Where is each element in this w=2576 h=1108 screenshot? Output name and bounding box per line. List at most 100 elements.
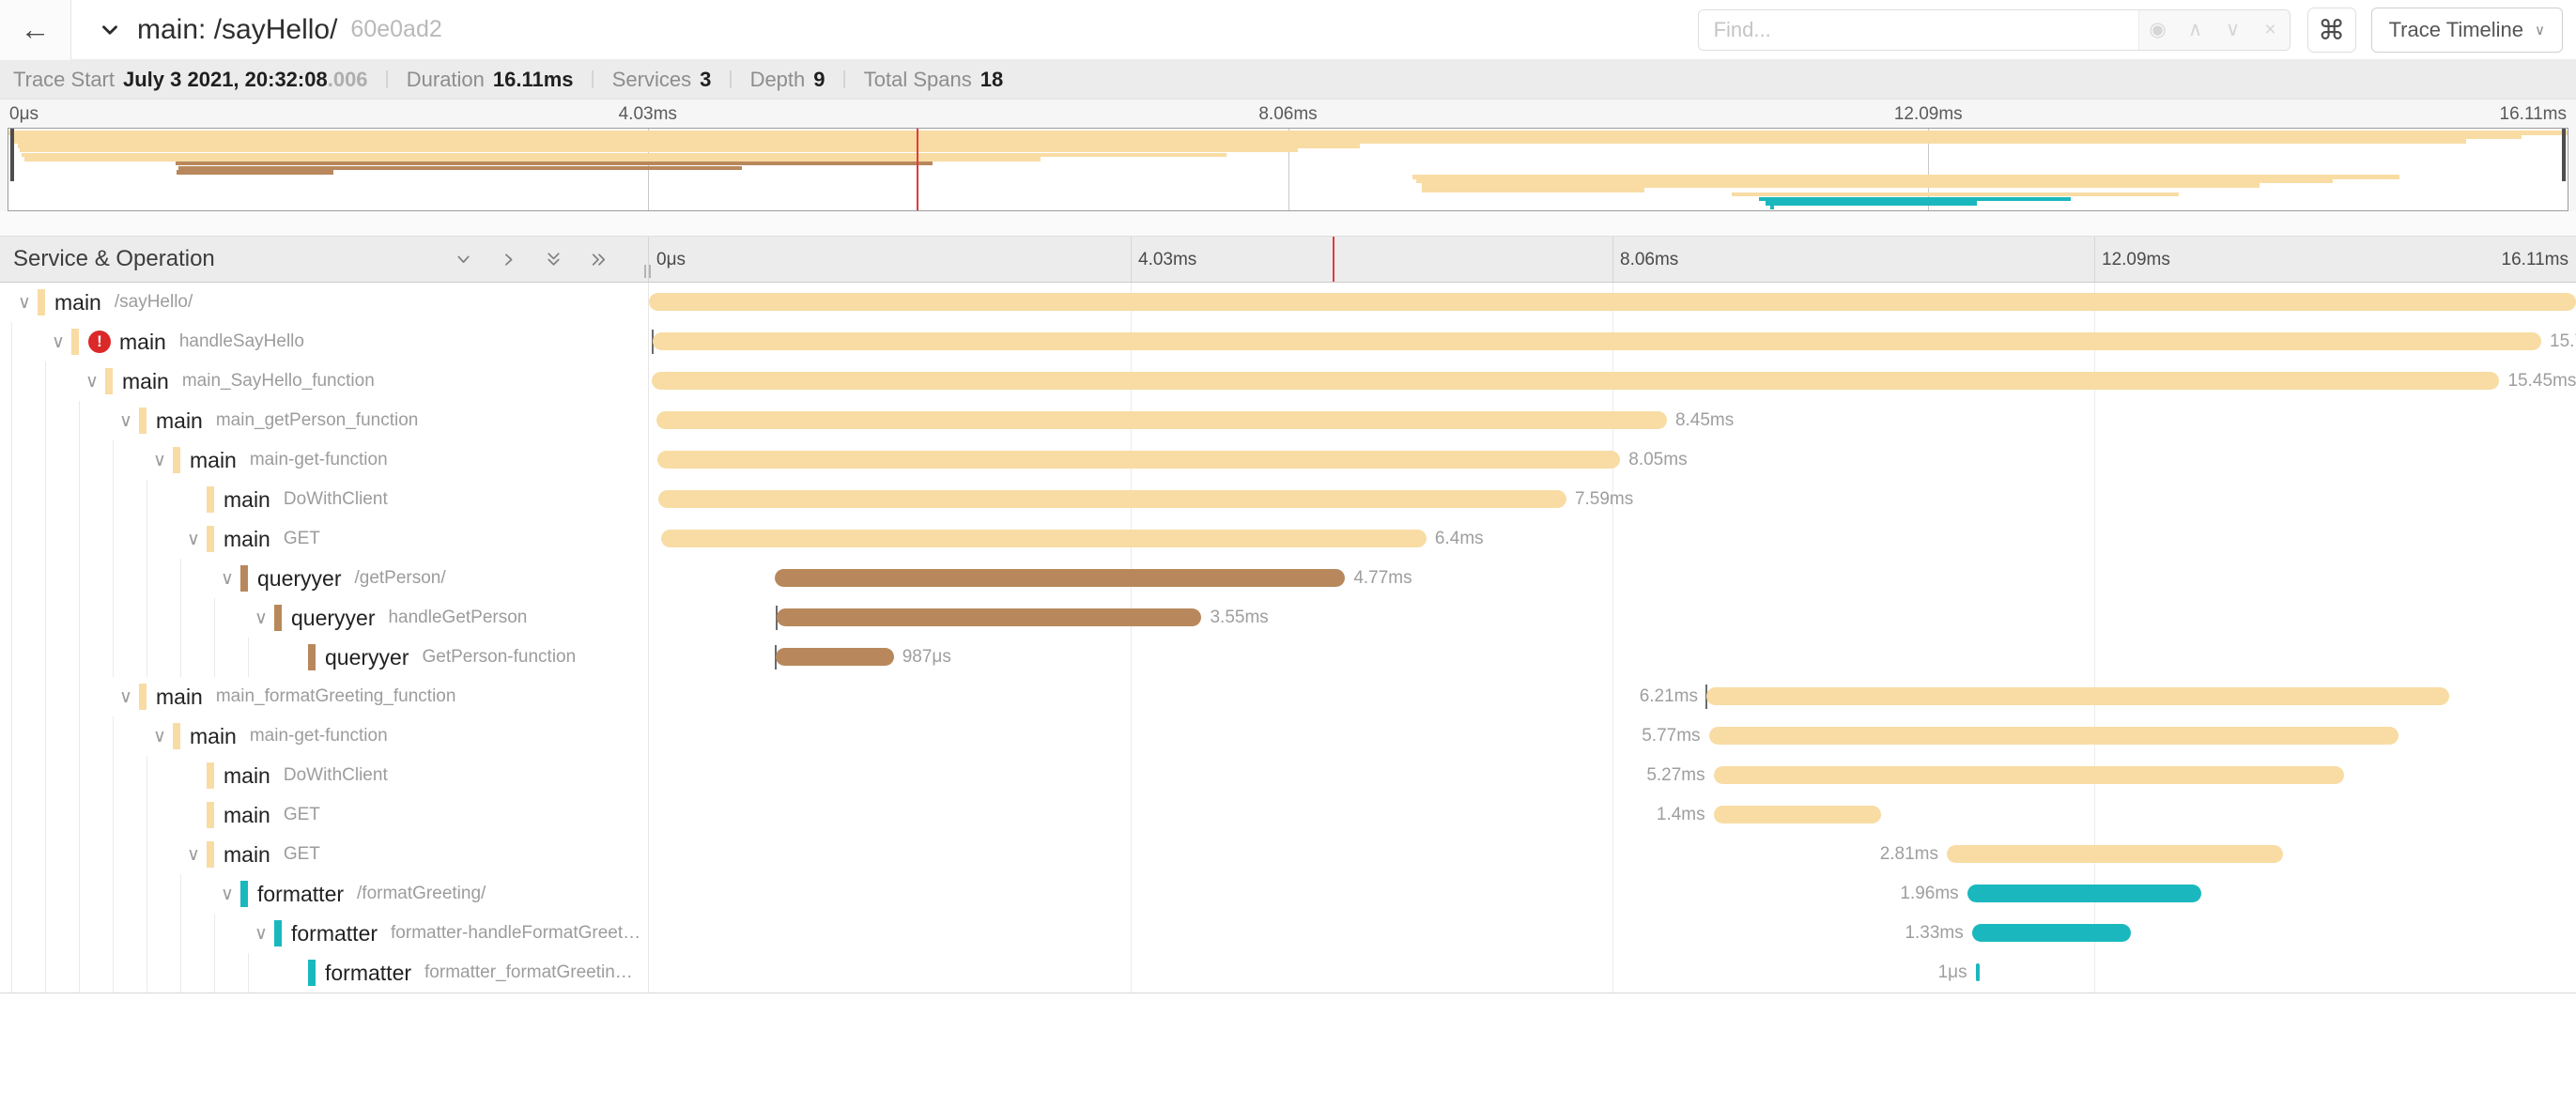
span-bar-track[interactable]: 8.45ms [648,401,2576,440]
indent-guide [79,874,113,914]
row-chevron-down-icon[interactable]: ∨ [11,292,38,314]
span-name-cell[interactable]: queryyerGetPerson-function [0,638,648,677]
expand-one-icon[interactable] [499,250,518,269]
trace-view-selector-label: Trace Timeline [2389,18,2523,42]
locate-icon[interactable]: ◉ [2139,10,2177,50]
span-row: ∨queryyer/getPerson/4.77ms [0,559,2576,598]
span-name-cell[interactable]: ∨mainmain-get-function [0,440,648,480]
span-name-cell[interactable]: ∨queryyerhandleGetPerson [0,598,648,638]
minimap-tick-label: 16.11ms [2500,104,2567,125]
span-bar[interactable] [1947,845,2283,863]
span-bar-track[interactable]: 4.77ms [648,559,2576,598]
span-name-cell[interactable]: mainGET [0,795,648,835]
span-bar-track[interactable]: 1μs [648,953,2576,993]
span-bar-track[interactable]: 1.96ms [648,874,2576,914]
span-bar-track[interactable]: 1.4ms [648,795,2576,835]
next-result-icon[interactable]: ∨ [2214,10,2252,50]
span-name-cell[interactable]: ∨mainGET [0,835,648,874]
find-input[interactable] [1699,10,2138,50]
row-chevron-down-icon[interactable]: ∨ [180,529,207,550]
timeline-tick-label: 0μs [656,237,686,282]
row-chevron-down-icon[interactable]: ∨ [248,608,274,629]
row-chevron-down-icon[interactable]: ∨ [45,331,71,353]
span-name-cell[interactable]: ∨mainmain_SayHello_function [0,362,648,401]
span-bar-track[interactable]: 6.21ms [648,677,2576,716]
span-name-cell[interactable]: ∨formatterformatter-handleFormatGreeting [0,914,648,953]
span-bar[interactable] [653,332,2541,350]
span-bar[interactable] [775,569,1346,587]
span-bar-track[interactable]: 2.81ms [648,835,2576,874]
span-name-cell[interactable]: ∨mainmain_formatGreeting_function [0,677,648,716]
indent-guide [45,559,79,598]
span-bar-track[interactable]: 16.11ms [648,283,2576,322]
span-name-cell[interactable]: ∨mainmain_getPerson_function [0,401,648,440]
summary-separator: | [728,69,733,90]
trace-view-selector[interactable]: Trace Timeline ∨ [2371,8,2563,53]
span-bar[interactable] [1709,727,2399,745]
minimap-tick-label: 4.03ms [619,104,677,125]
span-bar-track[interactable]: 5.27ms [648,756,2576,795]
summary-label: Total Spans [864,68,972,92]
span-bar-track[interactable]: 3.55ms [648,598,2576,638]
span-name-cell[interactable]: mainDoWithClient [0,756,648,795]
span-bar[interactable] [652,372,2500,390]
row-chevron-down-icon[interactable]: ∨ [113,686,139,708]
span-bar[interactable] [658,490,1566,508]
row-gridline [1131,874,1132,914]
timeline-time-axis[interactable]: 0μs4.03ms8.06ms12.09ms16.11ms [648,237,2576,282]
span-bar[interactable] [1706,687,2449,705]
span-name-cell[interactable]: ∨main/sayHello/ [0,283,648,322]
operation-name: formatter-handleFormatGreeting [391,923,648,944]
prev-result-icon[interactable]: ∧ [2177,10,2214,50]
row-chevron-down-icon[interactable]: ∨ [248,923,274,945]
expand-all-icon[interactable] [589,250,609,269]
span-bar[interactable] [1976,963,1980,981]
row-chevron-down-icon[interactable]: ∨ [147,450,173,471]
span-name-cell[interactable]: ∨formatter/formatGreeting/ [0,874,648,914]
row-chevron-down-icon[interactable]: ∨ [113,410,139,432]
span-name-cell[interactable]: ∨!mainhandleSayHello [0,322,648,362]
row-chevron-down-icon[interactable]: ∨ [214,568,240,590]
span-bar-track[interactable]: 6.4ms [648,519,2576,559]
span-bar[interactable] [1972,924,2131,942]
span-bar[interactable] [661,530,1427,547]
span-bar-track[interactable]: 15.45ms [648,362,2576,401]
minimap-right-scrubber[interactable] [2562,129,2566,181]
span-bar[interactable] [656,411,1667,429]
indent-guide [248,953,282,993]
indent-guide [79,638,113,677]
collapse-one-icon[interactable] [454,250,473,269]
span-bar[interactable] [777,608,1201,626]
span-bar[interactable] [1714,766,2344,784]
span-name-cell[interactable]: ∨queryyer/getPerson/ [0,559,648,598]
span-bar-track[interactable]: 7.59ms [648,480,2576,519]
span-name-cell[interactable]: ∨mainGET [0,519,648,559]
span-bar[interactable] [1714,806,1881,823]
row-chevron-down-icon[interactable]: ∨ [214,884,240,905]
span-bar[interactable] [657,451,1620,469]
minimap-canvas[interactable] [8,128,2568,211]
span-bar[interactable] [649,293,2576,311]
indent-guide [113,874,147,914]
collapse-all-icon[interactable] [544,250,563,269]
span-bar[interactable] [1967,885,2202,902]
span-bar-track[interactable]: 15.79ms [648,322,2576,362]
clear-find-icon[interactable]: × [2252,10,2290,50]
service-color-chip [207,526,214,552]
row-chevron-down-icon[interactable]: ∨ [79,371,105,392]
row-chevron-down-icon[interactable]: ∨ [147,726,173,747]
span-bar-track[interactable]: 5.77ms [648,716,2576,756]
span-bar-track[interactable]: 1.33ms [648,914,2576,953]
keyboard-shortcuts-button[interactable]: ⌘ [2307,8,2356,53]
span-bar[interactable] [776,648,894,666]
span-bar-track[interactable]: 987μs [648,638,2576,677]
span-name-cell[interactable]: ∨mainmain-get-function [0,716,648,756]
span-name-cell[interactable]: mainDoWithClient [0,480,648,519]
indent-guide [180,598,214,638]
span-name-cell[interactable]: formatterformatter_formatGreeting_functi… [0,953,648,993]
back-button[interactable]: ← [0,0,71,60]
row-chevron-down-icon[interactable]: ∨ [180,844,207,866]
minimap-left-scrubber[interactable] [10,129,14,181]
title-chevron-down-icon[interactable] [98,18,122,42]
span-bar-track[interactable]: 8.05ms [648,440,2576,480]
